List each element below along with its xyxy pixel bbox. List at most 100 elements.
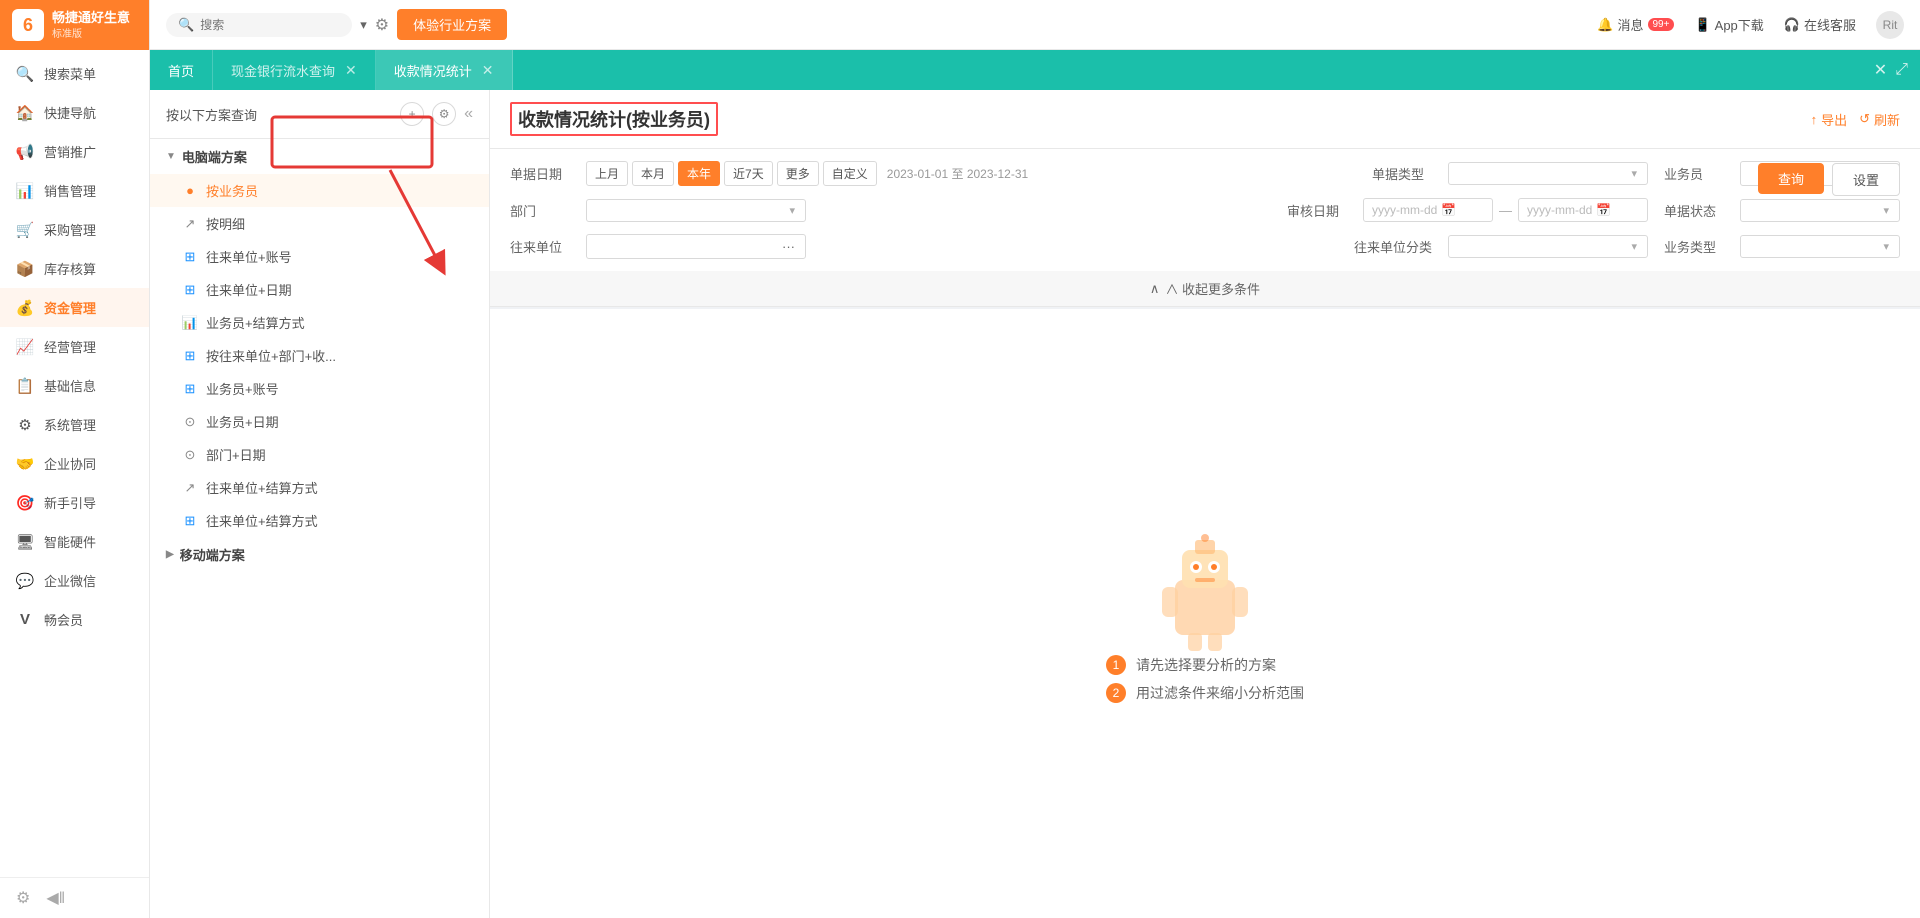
pc-group-header[interactable]: ▼ 电脑端方案 [150, 139, 489, 174]
search-input[interactable] [200, 18, 340, 32]
tab-bank[interactable]: 现金银行流水查询 ✕ [213, 50, 376, 90]
chevron-down-icon: ▾ [360, 17, 367, 33]
review-date-to[interactable]: yyyy-mm-dd 📅 [1518, 198, 1648, 222]
plan-item-salesperson[interactable]: ● 按业务员 [150, 174, 489, 207]
partner-cat-label: 往来单位分类 [1354, 237, 1432, 256]
page-title: 收款情况统计(按业务员) [510, 102, 718, 136]
sidebar-item-sales[interactable]: 📊 销售管理 [0, 171, 149, 210]
filter-row-1: 单据日期 上月 本月 本年 近7天 更多 自定义 2023-01-01 至 20… [510, 161, 1900, 186]
biz-type-select[interactable]: ▾ [1740, 235, 1900, 258]
bell-icon: 🔔 [1597, 17, 1613, 33]
step-num-1: 1 [1106, 655, 1126, 675]
plan-item-active-icon: ● [182, 183, 198, 199]
plan-collapse-btn[interactable]: « [464, 105, 473, 123]
plan-item-sales-settlement[interactable]: 📊 业务员+结算方式 [150, 306, 489, 339]
partner-cat-chevron: ▾ [1631, 240, 1637, 253]
wechat-icon: 💬 [16, 572, 34, 590]
plan-item-arrow-icon: ↗ [182, 480, 198, 496]
partner-select[interactable]: ··· [586, 234, 806, 259]
doc-status-select[interactable]: ▾ [1740, 199, 1900, 222]
sidebar-menu: 🔍 搜索菜单 🏠 快捷导航 📢 营销推广 📊 销售管理 🛒 采购管理 📦 库存核… [0, 50, 149, 877]
page-header: 收款情况统计(按业务员) ↑ 导出 ↺ 刷新 [490, 90, 1920, 149]
logo-area: 6 畅捷通好生意 标准版 [0, 0, 149, 50]
date-tab-custom[interactable]: 自定义 [823, 161, 877, 186]
sidebar-item-guide[interactable]: 🎯 新手引导 [0, 483, 149, 522]
review-date-group: yyyy-mm-dd 📅 — yyyy-mm-dd 📅 [1363, 198, 1648, 222]
plan-item-partner-date[interactable]: ⊞ 往来单位+日期 [150, 273, 489, 306]
plan-settings-btn[interactable]: ⚙ [432, 102, 456, 126]
sidebar-item-search[interactable]: 🔍 搜索菜单 [0, 54, 149, 93]
trial-button[interactable]: 体验行业方案 [397, 9, 507, 40]
marketing-icon: 📢 [16, 143, 34, 161]
doc-type-select[interactable]: ▾ [1448, 162, 1648, 185]
settings-bottom-icon[interactable]: ⚙ [16, 888, 30, 908]
tab-receipt-close[interactable]: ✕ [482, 62, 494, 79]
sidebar-item-member[interactable]: V 畅会员 [0, 600, 149, 639]
plan-item-clock-icon: ⊙ [182, 414, 198, 430]
dropdown-btn[interactable]: ▾ [360, 17, 367, 33]
gear-icon-top[interactable]: ⚙ [375, 15, 389, 35]
search-box[interactable]: 🔍 [166, 13, 352, 37]
step-num-2: 2 [1106, 683, 1126, 703]
date-tab-this-year[interactable]: 本年 [678, 161, 720, 186]
collapse-bottom-icon[interactable]: ◀‖ [46, 888, 65, 908]
export-btn[interactable]: ↑ 导出 [1811, 110, 1848, 129]
plan-item-dept-date[interactable]: ⊙ 部门+日期 [150, 438, 489, 471]
plan-item-partner-settle2[interactable]: ⊞ 往来单位+结算方式 [150, 504, 489, 537]
user-avatar[interactable]: Rit [1876, 11, 1904, 39]
sidebar-item-corp[interactable]: 🤝 企业协同 [0, 444, 149, 483]
system-icon: ⚙ [16, 416, 34, 434]
date-tab-more[interactable]: 更多 [777, 161, 819, 186]
date-label: 单据日期 [510, 164, 570, 183]
review-date-from[interactable]: yyyy-mm-dd 📅 [1363, 198, 1493, 222]
dept-select[interactable]: ▾ [586, 199, 806, 222]
mobile-group-header[interactable]: ▶ 移动端方案 [150, 537, 489, 572]
plan-item-grid3-icon: ⊞ [182, 348, 198, 364]
plan-item-sales-acct[interactable]: ⊞ 业务员+账号 [150, 372, 489, 405]
close-all-tabs-icon[interactable]: ✕ [1874, 60, 1887, 80]
plan-item-grid-icon: ⊞ [182, 249, 198, 265]
tab-bank-close[interactable]: ✕ [345, 62, 357, 79]
sidebar-item-wechat[interactable]: 💬 企业微信 [0, 561, 149, 600]
sidebar-item-marketing[interactable]: 📢 营销推广 [0, 132, 149, 171]
date-range-display: 2023-01-01 至 2023-12-31 [887, 165, 1028, 182]
plan-item-partner-acct[interactable]: ⊞ 往来单位+账号 [150, 240, 489, 273]
sidebar-item-hardware[interactable]: 🖥 智能硬件 [0, 522, 149, 561]
partner-cat-select[interactable]: ▾ [1448, 235, 1648, 258]
sidebar-item-quicknav[interactable]: 🏠 快捷导航 [0, 93, 149, 132]
settings-button[interactable]: 设置 [1832, 163, 1900, 196]
plan-item-partner-dept[interactable]: ⊞ 按往来单位+部门+收... [150, 339, 489, 372]
filter-row-2: 部门 ▾ 审核日期 yyyy-mm-dd 📅 — yyyy-mm-dd 📅 [510, 198, 1900, 222]
sales-icon: 📊 [16, 182, 34, 200]
app-download-btn[interactable]: 📱 App下载 [1694, 15, 1763, 34]
sidebar-item-operations[interactable]: 📈 经营管理 [0, 327, 149, 366]
mobile-group-arrow: ▶ [166, 549, 174, 560]
salesperson-label: 业务员 [1664, 164, 1724, 183]
plan-item-partner-settle1[interactable]: ↗ 往来单位+结算方式 [150, 471, 489, 504]
date-tab-7days[interactable]: 近7天 [724, 161, 773, 186]
plan-item-sales-date[interactable]: ⊙ 业务员+日期 [150, 405, 489, 438]
tab-home[interactable]: 首页 [150, 50, 213, 90]
sidebar-item-finance[interactable]: 💰 资金管理 [0, 288, 149, 327]
maximize-icon[interactable]: ⤢ [1895, 61, 1908, 79]
plan-item-detail[interactable]: ↗ 按明细 [150, 207, 489, 240]
empty-step-2: 2 用过滤条件来缩小分析范围 [1106, 683, 1304, 703]
tab-receipt[interactable]: 收款情况统计 ✕ [376, 50, 513, 90]
messages-btn[interactable]: 🔔 消息 99+ [1597, 15, 1674, 34]
sidebar-item-system[interactable]: ⚙ 系统管理 [0, 405, 149, 444]
date-tab-last-month[interactable]: 上月 [586, 161, 628, 186]
logo-icon: 6 [12, 9, 44, 41]
sidebar-item-purchase[interactable]: 🛒 采购管理 [0, 210, 149, 249]
refresh-btn[interactable]: ↺ 刷新 [1859, 110, 1900, 129]
plan-add-btn[interactable]: + [400, 102, 424, 126]
sidebar-item-inventory[interactable]: 📦 库存核算 [0, 249, 149, 288]
query-button[interactable]: 查询 [1758, 163, 1824, 194]
collapse-icon: ∧ [1150, 281, 1160, 297]
collapse-bar[interactable]: ∧ ∧ 收起更多条件 [490, 271, 1920, 307]
online-service-btn[interactable]: 🎧 在线客服 [1784, 15, 1856, 34]
filter-container: 单据日期 上月 本月 本年 近7天 更多 自定义 2023-01-01 至 20… [490, 149, 1920, 307]
sidebar-item-basic[interactable]: 📋 基础信息 [0, 366, 149, 405]
date-tabs: 上月 本月 本年 近7天 更多 自定义 2023-01-01 至 2023-12… [586, 161, 1028, 186]
date-tab-this-month[interactable]: 本月 [632, 161, 674, 186]
partner-more-dots[interactable]: ··· [782, 239, 795, 254]
